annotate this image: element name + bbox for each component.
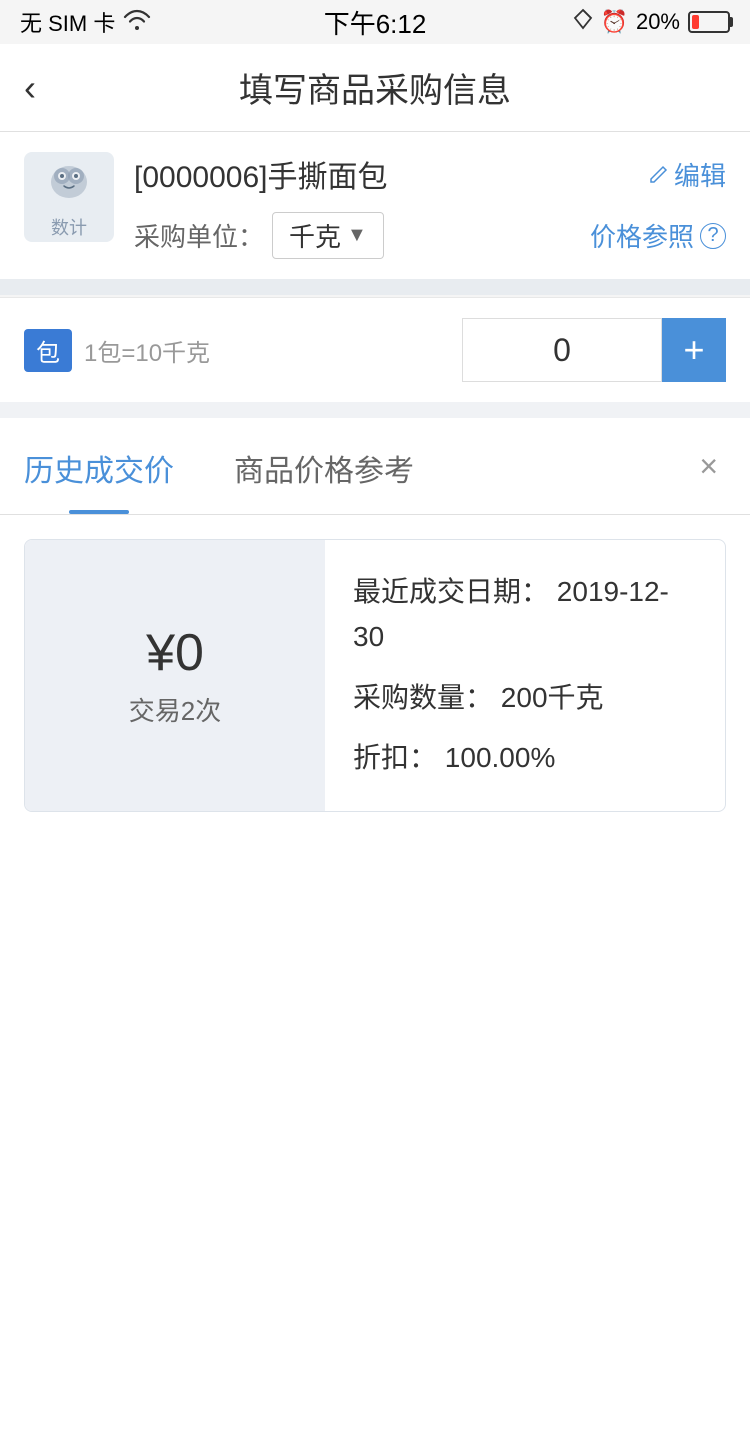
tab-panel: 历史成交价 商品价格参考 × ¥0 交易2次 最近成交日期： 2019-12-3…: [0, 418, 750, 836]
edit-button[interactable]: 编辑: [648, 156, 726, 193]
battery-percent: 20%: [636, 9, 680, 35]
product-name: [0000006]手撕面包: [134, 152, 387, 196]
tab-history-price[interactable]: 历史成交价: [24, 418, 174, 514]
page-title: 填写商品采购信息: [239, 63, 511, 112]
discount-value: 100.00%: [445, 742, 556, 773]
quantity-plus-button[interactable]: +: [662, 318, 726, 382]
quantity-section: 包 1包=10千克 +: [0, 297, 750, 402]
tab-close-button[interactable]: ×: [691, 440, 726, 493]
price-times: 交易2次: [129, 691, 221, 728]
status-bar: 无 SIM 卡 下午6:12 ⏰ 20%: [0, 0, 750, 44]
discount-row: 折扣： 100.00%: [353, 736, 697, 781]
main-divider: [0, 402, 750, 418]
section-divider: [0, 279, 750, 295]
back-button[interactable]: ‹: [24, 67, 36, 109]
price-card-right: 最近成交日期： 2019-12-30 采购数量： 200千克 折扣： 100.0…: [325, 540, 725, 811]
price-ref-button[interactable]: 价格参照 ?: [590, 217, 726, 254]
unit-badge: 包: [24, 329, 72, 372]
alarm-icon: ⏰: [601, 9, 628, 35]
discount-label: 折扣：: [353, 742, 437, 773]
quantity-input-row: +: [462, 318, 726, 382]
recent-date-row: 最近成交日期： 2019-12-30: [353, 570, 697, 660]
battery-icon: [688, 11, 730, 33]
product-card: 数计 [0000006]手撕面包 编辑 采购单位： 千克 ▼: [0, 132, 750, 279]
status-time: 下午6:12: [324, 4, 427, 41]
tab-header: 历史成交价 商品价格参考 ×: [0, 418, 750, 515]
dropdown-arrow-icon: ▼: [347, 224, 367, 247]
product-info: [0000006]手撕面包 编辑 采购单位： 千克 ▼ 价格: [134, 152, 726, 259]
carrier-text: 无 SIM 卡: [20, 6, 115, 38]
price-display: ¥0: [146, 623, 204, 683]
quantity-row-detail: 采购数量： 200千克: [353, 676, 697, 721]
status-right: ⏰ 20%: [573, 8, 730, 36]
quantity-input[interactable]: [462, 318, 662, 382]
price-card: ¥0 交易2次 最近成交日期： 2019-12-30 采购数量： 200千克 折…: [24, 539, 726, 812]
unit-label: 采购单位：: [134, 217, 264, 254]
main-content-area: [0, 836, 750, 1436]
location-icon: [573, 8, 593, 36]
tabs: 历史成交价 商品价格参考: [24, 418, 414, 514]
recent-date-label: 最近成交日期：: [353, 576, 549, 607]
quantity-unit-info: 包 1包=10千克: [24, 329, 210, 372]
help-icon: ?: [700, 223, 726, 249]
unit-conversion: 1包=10千克: [84, 333, 210, 368]
quantity-detail-label: 采购数量：: [353, 682, 493, 713]
nav-bar: ‹ 填写商品采购信息: [0, 44, 750, 132]
tab-content: ¥0 交易2次 最近成交日期： 2019-12-30 采购数量： 200千克 折…: [0, 515, 750, 836]
status-left: 无 SIM 卡: [20, 6, 151, 38]
tab-product-price-ref[interactable]: 商品价格参考: [234, 418, 414, 514]
product-thumb-icon: [44, 154, 94, 212]
wifi-icon: [123, 8, 151, 36]
unit-select[interactable]: 千克 ▼: [272, 212, 384, 259]
price-card-left: ¥0 交易2次: [25, 540, 325, 811]
thumb-label: 数计: [51, 214, 87, 240]
quantity-detail-value: 200千克: [501, 682, 604, 713]
product-thumbnail: 数计: [24, 152, 114, 242]
